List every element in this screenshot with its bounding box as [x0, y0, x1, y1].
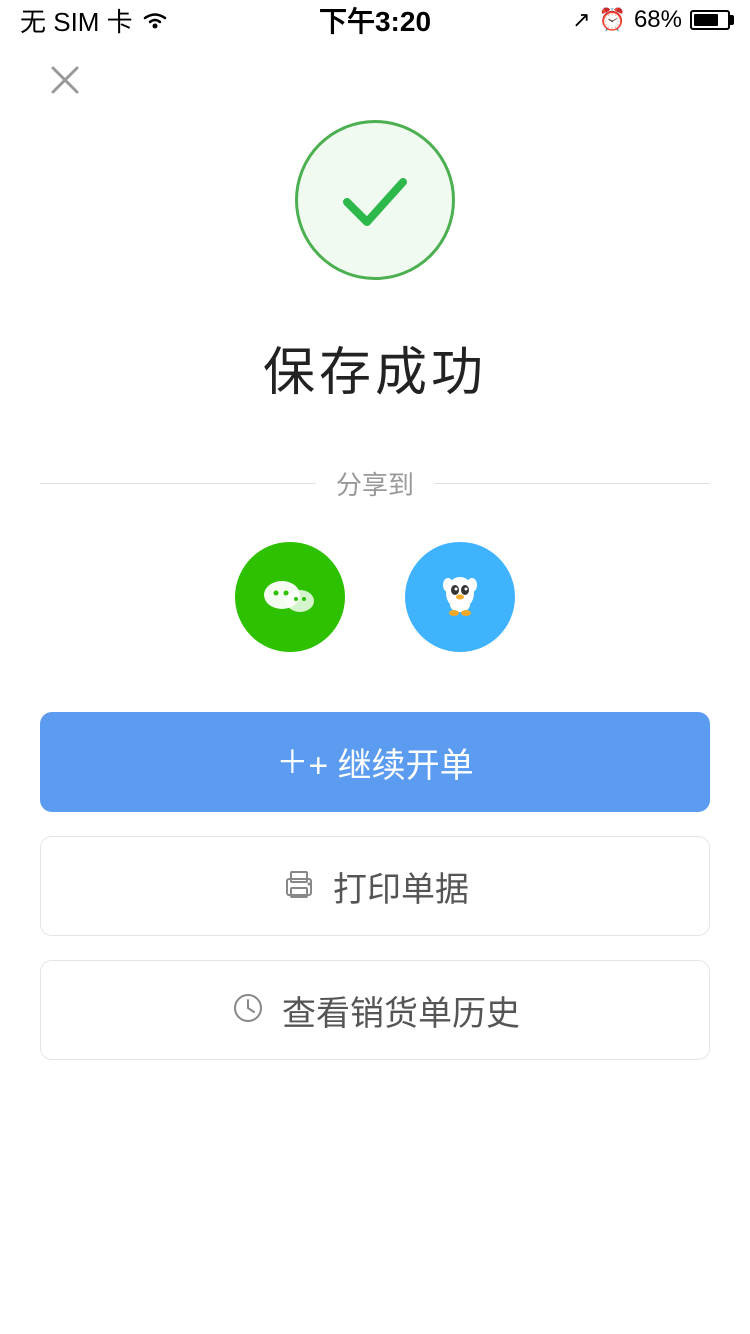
status-right: ↗ ⏰ 68%	[572, 6, 730, 34]
main-content: 保存成功 分享到	[0, 40, 750, 1060]
success-icon	[295, 120, 455, 280]
plus-icon: ＋	[276, 746, 308, 778]
qq-share-button[interactable]	[405, 542, 515, 652]
print-label: 打印单据	[333, 862, 469, 911]
share-section: 分享到	[0, 465, 750, 652]
print-icon	[281, 866, 317, 907]
success-title: 保存成功	[263, 330, 487, 405]
history-label: 查看销货单历史	[282, 986, 520, 1035]
share-label: 分享到	[316, 465, 434, 502]
divider-right	[434, 483, 710, 484]
status-time: 下午3:20	[319, 0, 431, 40]
wifi-icon	[141, 10, 169, 30]
close-button[interactable]	[40, 55, 90, 105]
share-icons	[235, 542, 515, 652]
continue-label: + 继续开单	[308, 738, 473, 787]
wechat-share-button[interactable]	[235, 542, 345, 652]
sim-status: 无 SIM 卡	[20, 2, 133, 39]
alarm-icon: ⏰	[599, 7, 626, 33]
battery-percent: 68%	[634, 6, 682, 34]
battery-icon	[690, 10, 730, 30]
location-icon: ↗	[572, 7, 590, 33]
share-divider: 分享到	[0, 465, 750, 502]
divider-left	[40, 483, 316, 484]
status-left: 无 SIM 卡	[20, 2, 169, 39]
print-button[interactable]: 打印单据	[40, 836, 710, 936]
history-button[interactable]: 查看销货单历史	[40, 960, 710, 1060]
action-buttons: ＋ + 继续开单 打印单据	[0, 712, 750, 1060]
continue-button[interactable]: ＋ + 继续开单	[40, 712, 710, 812]
status-bar: 无 SIM 卡 下午3:20 ↗ ⏰ 68%	[0, 0, 750, 40]
clock-icon	[230, 990, 266, 1031]
